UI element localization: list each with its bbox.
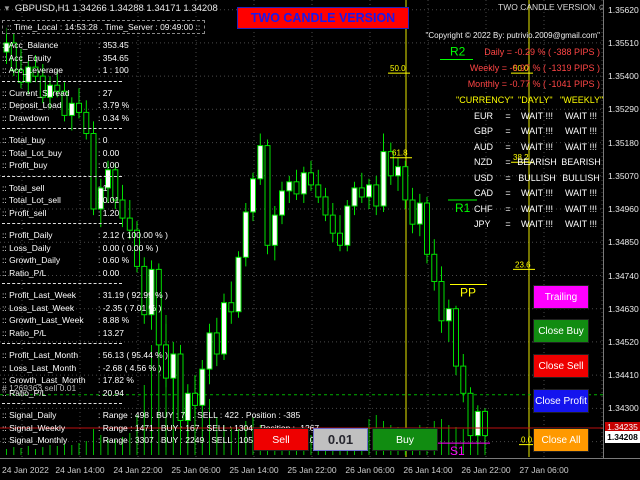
close-all-button[interactable]: Close All — [533, 428, 589, 452]
currency-row: EUR = WAIT !!! WAIT !!! — [474, 110, 597, 121]
stat-row: :: Ratio_P/L: 0.00 — [2, 267, 120, 278]
mt4-terminal-window: # 1269363 sell 0.01R2R1PPS150.061.8100.0… — [0, 0, 640, 480]
account-stats-panel: :: Acc_Balance: 353.45:: Acc_Equity: 354… — [2, 39, 324, 447]
time-axis-label: 24 Jan 2022 — [2, 465, 49, 475]
stat-row: :: Loss_Daily: 0.00 ( 0.00 % ) — [2, 242, 159, 253]
stat-row: :: Signal_Daily: Range : 498 . BUY : 76 … — [2, 410, 301, 420]
stat-separator — [2, 80, 122, 82]
stat-row: :: Profit_Daily: 2.12 ( 100.00 % ) — [2, 230, 168, 240]
currency-row: AUD = WAIT !!! WAIT !!! — [474, 141, 597, 152]
currency-row: USD = BULLISH BULLISH — [474, 172, 600, 183]
stat-separator — [2, 283, 122, 284]
price-axis-label: 1.35070 — [608, 170, 639, 181]
buy-button[interactable]: Buy — [372, 428, 438, 451]
stat-row: :: Total_buy: 0 — [2, 135, 108, 145]
close-buy-button[interactable]: Close Buy — [533, 319, 589, 343]
stat-row: :: Profit_sell: 1.20 — [2, 207, 120, 218]
price-axis-label: 1.35290 — [608, 104, 639, 115]
price-axis-label: 1.34960 — [608, 204, 639, 214]
stat-row: :: Acc_Equity: 354.65 — [2, 52, 129, 63]
price-axis-label: 1.34520 — [608, 336, 639, 347]
time-info-box: :: Time_Local : 14:53:28 . Time_Server :… — [2, 20, 206, 34]
symbol-ohlc-line: ▼ GBPUSD,H1 1.34266 1.34288 1.34171 1.342… — [3, 3, 218, 14]
price-axis-label: 1.34740 — [608, 270, 639, 281]
pivot-label: R1 — [455, 201, 471, 215]
fib-label: 0.0 — [521, 436, 533, 445]
stat-row: :: Profit_Last_Week: 31.19 ( 92.99 % ) — [2, 290, 168, 300]
time-axis-label: 25 Jan 14:00 — [229, 465, 279, 475]
stat-row: :: Profit_buy: 0.00 — [2, 160, 120, 170]
pivot-label: S1 — [450, 444, 465, 457]
strength-row: Monthly = -0.77 % ( -1041 PIPS ) — [467, 79, 600, 89]
stat-row: :: Profit_Last_Month: 56.13 ( 95.44 % ) — [2, 350, 168, 360]
stat-row: :: Current_Spread: 27 — [2, 87, 113, 98]
time-axis-label: 26 Jan 14:00 — [403, 465, 453, 475]
fib-label: 61.8 — [392, 149, 408, 158]
currency-table-header-daily: "DAYLY" — [518, 95, 553, 105]
strength-row: Weekly = -0.97 % ( -1319 PIPS ) — [469, 63, 600, 73]
ea-title-banner: TWO CANDLE VERSION — [237, 7, 409, 29]
stat-row: :: Deposit_Load: 3.79 % — [2, 100, 130, 110]
stat-row: :: Acc_Leverage: 1 : 100 — [2, 65, 129, 75]
currency-row: JPY = WAIT !!! WAIT !!! — [474, 219, 597, 230]
currency-row: CAD = WAIT !!! WAIT !!! — [474, 188, 597, 199]
time-axis-label: 24 Jan 14:00 — [55, 465, 105, 475]
stat-row: :: Total_sell: 1 — [2, 182, 108, 193]
time-axis[interactable]: 24 Jan 2022 24 Jan 14:00 24 Jan 22:00 25 Ja… — [0, 458, 640, 480]
stat-row: :: Loss_Last_Month: -2.68 ( 4.56 % ) — [2, 362, 162, 373]
stat-separator — [2, 223, 122, 224]
currency-row: GBP = WAIT !!! WAIT !!! — [474, 126, 597, 137]
stat-row: :: Total_Lot_sell: 0.01 — [2, 195, 120, 205]
stat-row: :: Growth_Last_Month: 17.82 % — [2, 375, 134, 385]
price-axis-label: 1.34850 — [608, 237, 639, 248]
currency-table-header-currency: "CURRENCY" — [456, 95, 514, 105]
pivot-label: PP — [460, 286, 476, 300]
copyright-label: "Copyright © 2022 By: putrivio.2009@gmai… — [425, 31, 600, 40]
currency-signal-table: EUR = WAIT !!! WAIT !!! GBP = WAIT !!! WAIT !!!… — [474, 108, 602, 232]
currency-table-header-weekly: "WEEKLY" — [560, 95, 604, 105]
strength-row: Daily = -0.29 % ( -388 PIPS ) — [484, 47, 600, 57]
stat-row: :: Acc_Balance: 353.45 — [2, 40, 129, 50]
currency-row: NZD = BEARISH BEARISH — [474, 157, 601, 168]
stat-separator — [2, 403, 122, 404]
time-axis-label: 25 Jan 22:00 — [287, 465, 337, 475]
bid-price-box: 1.34208 — [605, 431, 640, 443]
stat-row: :: Drawdown: 0.34 % — [2, 112, 130, 123]
price-axis-label: 1.35400 — [608, 71, 639, 82]
price-axis-label: 1.34300 — [608, 403, 639, 414]
time-axis-label: 26 Jan 06:00 — [345, 465, 395, 475]
price-axis-label: 1.34410 — [608, 370, 639, 381]
fib-label: 23.6 — [515, 260, 531, 269]
close-sell-button[interactable]: Close Sell — [533, 354, 589, 378]
time-axis-label: 27 Jan 06:00 — [519, 465, 569, 475]
stat-row: :: Growth_Daily: 0.60 % — [2, 255, 130, 265]
strength-summary: Daily = -0.29 % ( -388 PIPS ) Weekly = -0… — [400, 44, 600, 92]
stat-separator — [2, 175, 122, 177]
close-profit-button[interactable]: Close Profit — [533, 389, 589, 413]
time-axis-label: 26 Jan 22:00 — [461, 465, 511, 475]
stat-separator — [2, 128, 122, 129]
stat-row: :: Growth_Last_Week: 8.88 % — [2, 315, 130, 325]
trailing-button[interactable]: Trailing — [533, 285, 589, 309]
price-axis-label: 1.34630 — [608, 303, 639, 314]
stat-row: :: Total_Lot_buy: 0.00 — [2, 147, 120, 158]
price-axis-label: 1.35620 — [608, 4, 639, 15]
stat-row: :: Ratio_P/L: 13.27 — [2, 327, 124, 338]
time-axis-label: 24 Jan 22:00 — [113, 465, 163, 475]
time-axis-label: 25 Jan 06:00 — [171, 465, 221, 475]
stat-row: :: Loss_Last_Week: -2.35 ( 7.01 % ) — [2, 302, 162, 313]
price-axis-label: 1.35510 — [608, 37, 639, 48]
lot-size-input[interactable]: 0.01 — [313, 428, 368, 451]
stat-separator — [2, 343, 122, 344]
symbol-ohlc-text: GBPUSD,H1 1.34266 1.34288 1.34171 1.3420… — [14, 3, 218, 14]
stat-row: :: Ratio_P/L: 20.94 — [2, 387, 124, 398]
price-axis[interactable]: 1.34235 1.34208 1.35620 1.35510 1.35400 1.3… — [603, 0, 640, 480]
sell-button[interactable]: Sell — [253, 428, 309, 451]
indicator-name-label: TWO CANDLE VERSION ☺ — [498, 2, 607, 12]
price-axis-label: 1.35180 — [608, 137, 639, 148]
chart-dropdown-icon[interactable]: ▼ — [3, 4, 11, 13]
currency-row: CHF = WAIT !!! WAIT !!! — [474, 203, 597, 214]
